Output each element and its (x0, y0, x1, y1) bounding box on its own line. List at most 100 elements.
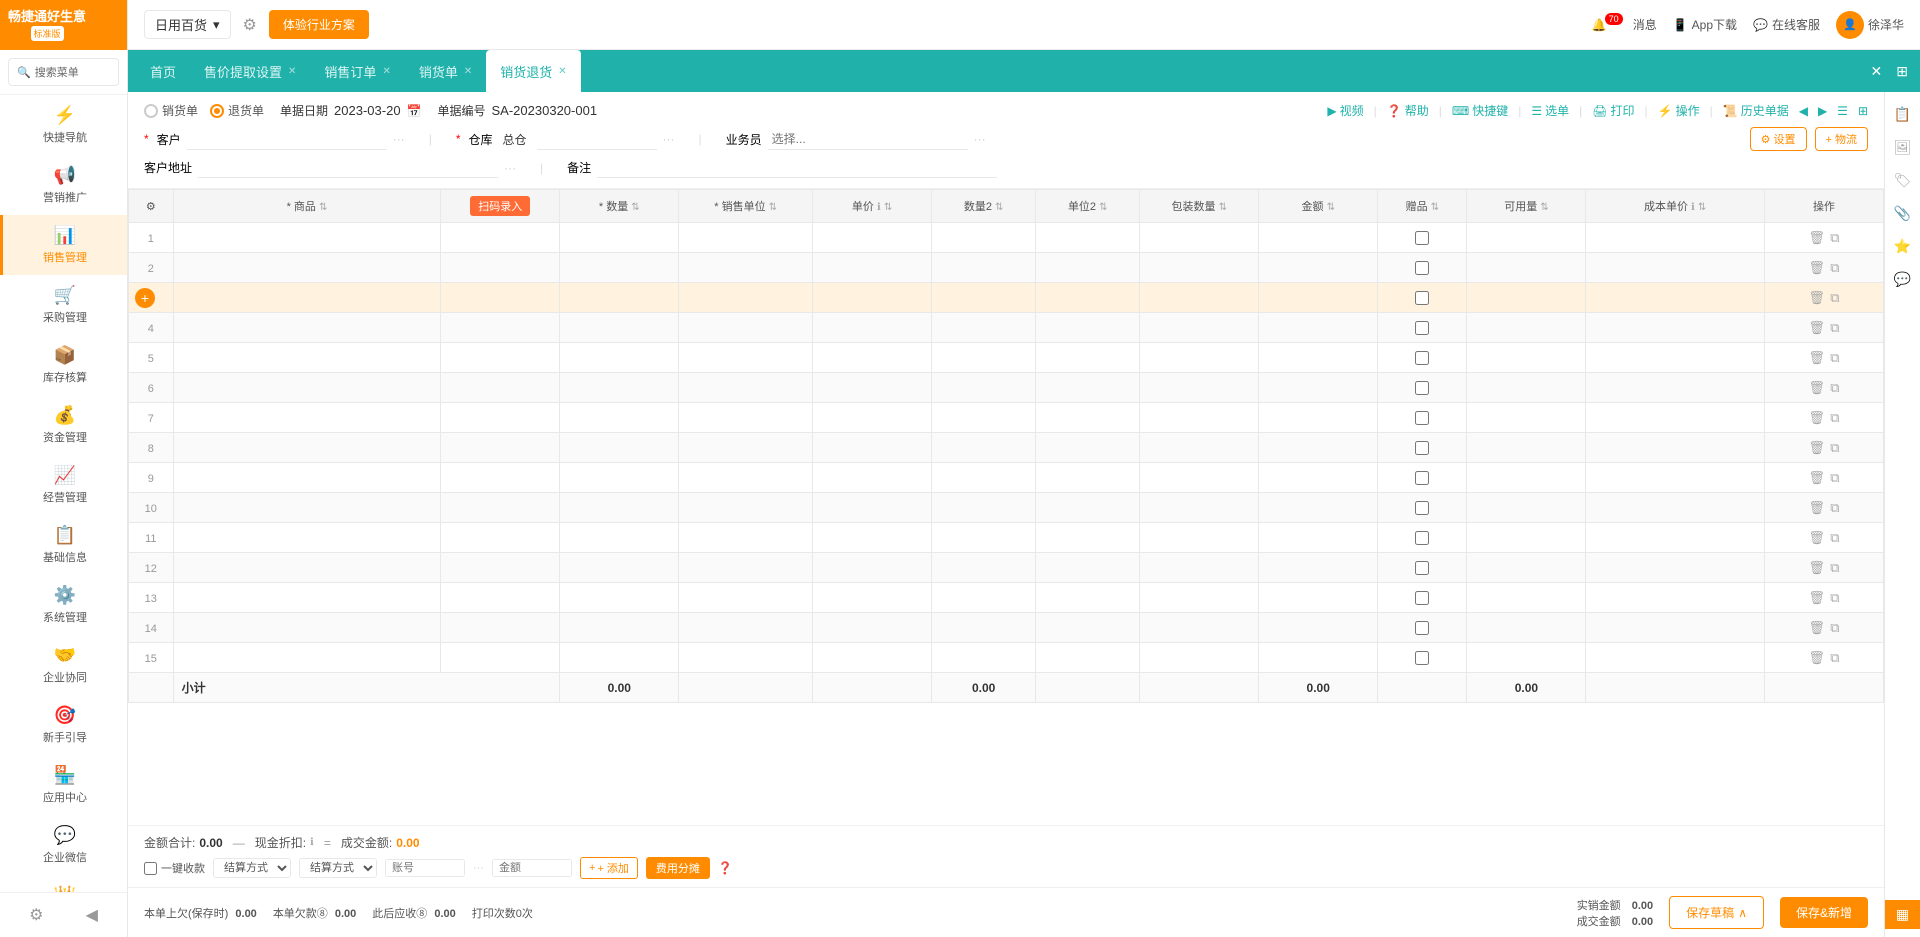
paperclip-button[interactable]: 📎 (1890, 199, 1915, 228)
copy-row-button[interactable]: ⧉ (1829, 619, 1840, 637)
delete-row-button[interactable]: 🗑 (1807, 619, 1826, 637)
logistics-button[interactable]: + 物流 (1815, 127, 1868, 151)
product-sort-icon[interactable]: ⇅ (319, 202, 327, 213)
price-sort-icon[interactable]: ⇅ (884, 202, 892, 213)
gift-checkbox[interactable] (1415, 351, 1429, 365)
online-service-link[interactable]: 💬 在线客服 (1753, 16, 1820, 33)
warehouse-dots[interactable]: ··· (663, 132, 675, 146)
delivery-radio[interactable]: 销货单 (144, 102, 198, 119)
save-draft-button[interactable]: 保存草稿 ∧ (1669, 896, 1764, 929)
delete-row-button[interactable]: 🗑 (1807, 319, 1826, 337)
delete-row-button[interactable]: 🗑 (1807, 379, 1826, 397)
star-button[interactable]: ⭐ (1890, 232, 1915, 261)
sidebar-item-system[interactable]: ⚙️ 系统管理 (0, 575, 127, 635)
notification-area[interactable]: 🔔 70 消息 (1592, 16, 1657, 33)
gift-checkbox[interactable] (1415, 531, 1429, 545)
app-download-link[interactable]: 📱 App下载 (1673, 16, 1737, 33)
copy-row-button[interactable]: ⧉ (1829, 259, 1840, 277)
shortcut-button[interactable]: ⌨ 快捷键 (1452, 102, 1508, 119)
delete-row-button[interactable]: 🗑 (1807, 289, 1826, 307)
image-button[interactable]: 🖼 (1890, 133, 1916, 162)
close-icon[interactable]: ✕ (464, 66, 472, 77)
tab-sale-return[interactable]: 销货退货 ✕ (486, 50, 580, 92)
package-sort-icon[interactable]: ⇅ (1219, 202, 1227, 213)
address-input[interactable] (198, 157, 498, 178)
message-button[interactable]: 💬 (1890, 265, 1915, 294)
view-list-button[interactable]: ☰ (1837, 104, 1848, 118)
search-menu-button[interactable]: 🔍 搜索菜单 (8, 58, 119, 86)
orange-panel-button[interactable]: ▦ (1885, 900, 1920, 929)
cost-info-icon[interactable]: ℹ (1691, 202, 1695, 213)
delete-row-button[interactable]: 🗑 (1807, 649, 1826, 667)
one-key-payment-checkbox[interactable]: 一键收款 (144, 860, 205, 876)
tab-sale-price[interactable]: 售价提取设置 ✕ (190, 50, 310, 92)
gift-checkbox[interactable] (1415, 381, 1429, 395)
delete-row-button[interactable]: 🗑 (1807, 499, 1826, 517)
split-button[interactable]: 费用分摊 (646, 857, 710, 879)
account-select[interactable]: 结算方式 (299, 858, 377, 878)
close-icon[interactable]: ✕ (382, 66, 390, 77)
sidebar-item-operations[interactable]: 📈 经营管理 (0, 455, 127, 515)
sidebar-item-sales[interactable]: 📊 销售管理 (0, 215, 127, 275)
view-grid-button[interactable]: ⊞ (1858, 104, 1868, 118)
tag-button[interactable]: 🏷 (1890, 166, 1916, 195)
cost-sort-icon[interactable]: ⇅ (1698, 202, 1706, 213)
customer-dots[interactable]: ··· (393, 132, 405, 146)
add-row-button[interactable]: + (135, 288, 155, 308)
delete-row-button[interactable]: 🗑 (1807, 439, 1826, 457)
delete-row-button[interactable]: 🗑 (1807, 349, 1826, 367)
sidebar-item-basic[interactable]: 📋 基础信息 (0, 515, 127, 575)
copy-row-button[interactable]: ⧉ (1829, 229, 1840, 247)
settlement-method-select[interactable]: 结算方式 (213, 858, 291, 878)
delete-row-button[interactable]: 🗑 (1807, 229, 1826, 247)
gift-checkbox[interactable] (1415, 591, 1429, 605)
copy-row-button[interactable]: ⧉ (1829, 469, 1840, 487)
qty2-sort-icon[interactable]: ⇅ (995, 202, 1003, 213)
salesperson-input[interactable] (768, 129, 968, 150)
sidebar-item-appstore[interactable]: 🏪 应用中心 (0, 755, 127, 815)
copy-row-button[interactable]: ⧉ (1829, 289, 1840, 307)
sidebar-item-shortcut[interactable]: ⚡ 快捷导航 (0, 95, 127, 155)
gift-checkbox[interactable] (1415, 471, 1429, 485)
copy-row-button[interactable]: ⧉ (1829, 649, 1840, 667)
collapse-button[interactable]: ◀ (82, 901, 102, 929)
close-icon[interactable]: ✕ (288, 66, 296, 77)
delete-row-button[interactable]: 🗑 (1807, 559, 1826, 577)
tab-sale-order[interactable]: 销售订单 ✕ (310, 50, 404, 92)
address-dots[interactable]: ··· (504, 161, 516, 175)
clipboard-button[interactable]: 📋 (1890, 100, 1915, 129)
sidebar-item-purchase[interactable]: 🛒 采购管理 (0, 275, 127, 335)
table-settings-icon[interactable]: ⚙ (146, 201, 156, 213)
save-new-button[interactable]: 保存&新增 (1780, 897, 1868, 928)
customer-input[interactable] (187, 129, 387, 150)
return-radio[interactable]: 退货单 (210, 102, 264, 119)
delete-row-button[interactable]: 🗑 (1807, 589, 1826, 607)
unit-sort-icon[interactable]: ⇅ (769, 202, 777, 213)
tab-close-button[interactable]: ✕ (1867, 61, 1887, 82)
copy-row-button[interactable]: ⧉ (1829, 349, 1840, 367)
price-info-icon[interactable]: ℹ (877, 202, 881, 213)
sidebar-item-inventory[interactable]: 📦 库存核算 (0, 335, 127, 395)
copy-row-button[interactable]: ⧉ (1829, 589, 1840, 607)
amount-input[interactable] (492, 859, 572, 877)
gift-checkbox[interactable] (1415, 291, 1429, 305)
gift-checkbox[interactable] (1415, 501, 1429, 515)
sidebar-item-finance[interactable]: 💰 资金管理 (0, 395, 127, 455)
copy-row-button[interactable]: ⧉ (1829, 409, 1840, 427)
close-icon[interactable]: ✕ (558, 66, 566, 77)
header-settings-button[interactable]: ⚙ (239, 11, 261, 39)
select-button[interactable]: ☰ 选单 (1531, 102, 1569, 119)
user-menu[interactable]: 👤 徐泽华 (1836, 11, 1904, 39)
sidebar-item-marketing[interactable]: 📢 营销推广 (0, 155, 127, 215)
add-payment-button[interactable]: + + 添加 (580, 857, 638, 879)
copy-row-button[interactable]: ⧉ (1829, 319, 1840, 337)
sidebar-item-wechat[interactable]: 💬 企业微信 (0, 815, 127, 875)
discount-info-icon[interactable]: ℹ (310, 837, 314, 848)
tab-menu-button[interactable]: ⊞ (1892, 61, 1912, 82)
available-sort-icon[interactable]: ⇅ (1540, 202, 1548, 213)
quantity-sort-icon[interactable]: ⇅ (631, 202, 639, 213)
gift-checkbox[interactable] (1415, 261, 1429, 275)
daily-selector[interactable]: 日用百货 ▾ (144, 10, 231, 39)
delete-row-button[interactable]: 🗑 (1807, 529, 1826, 547)
delete-row-button[interactable]: 🗑 (1807, 469, 1826, 487)
